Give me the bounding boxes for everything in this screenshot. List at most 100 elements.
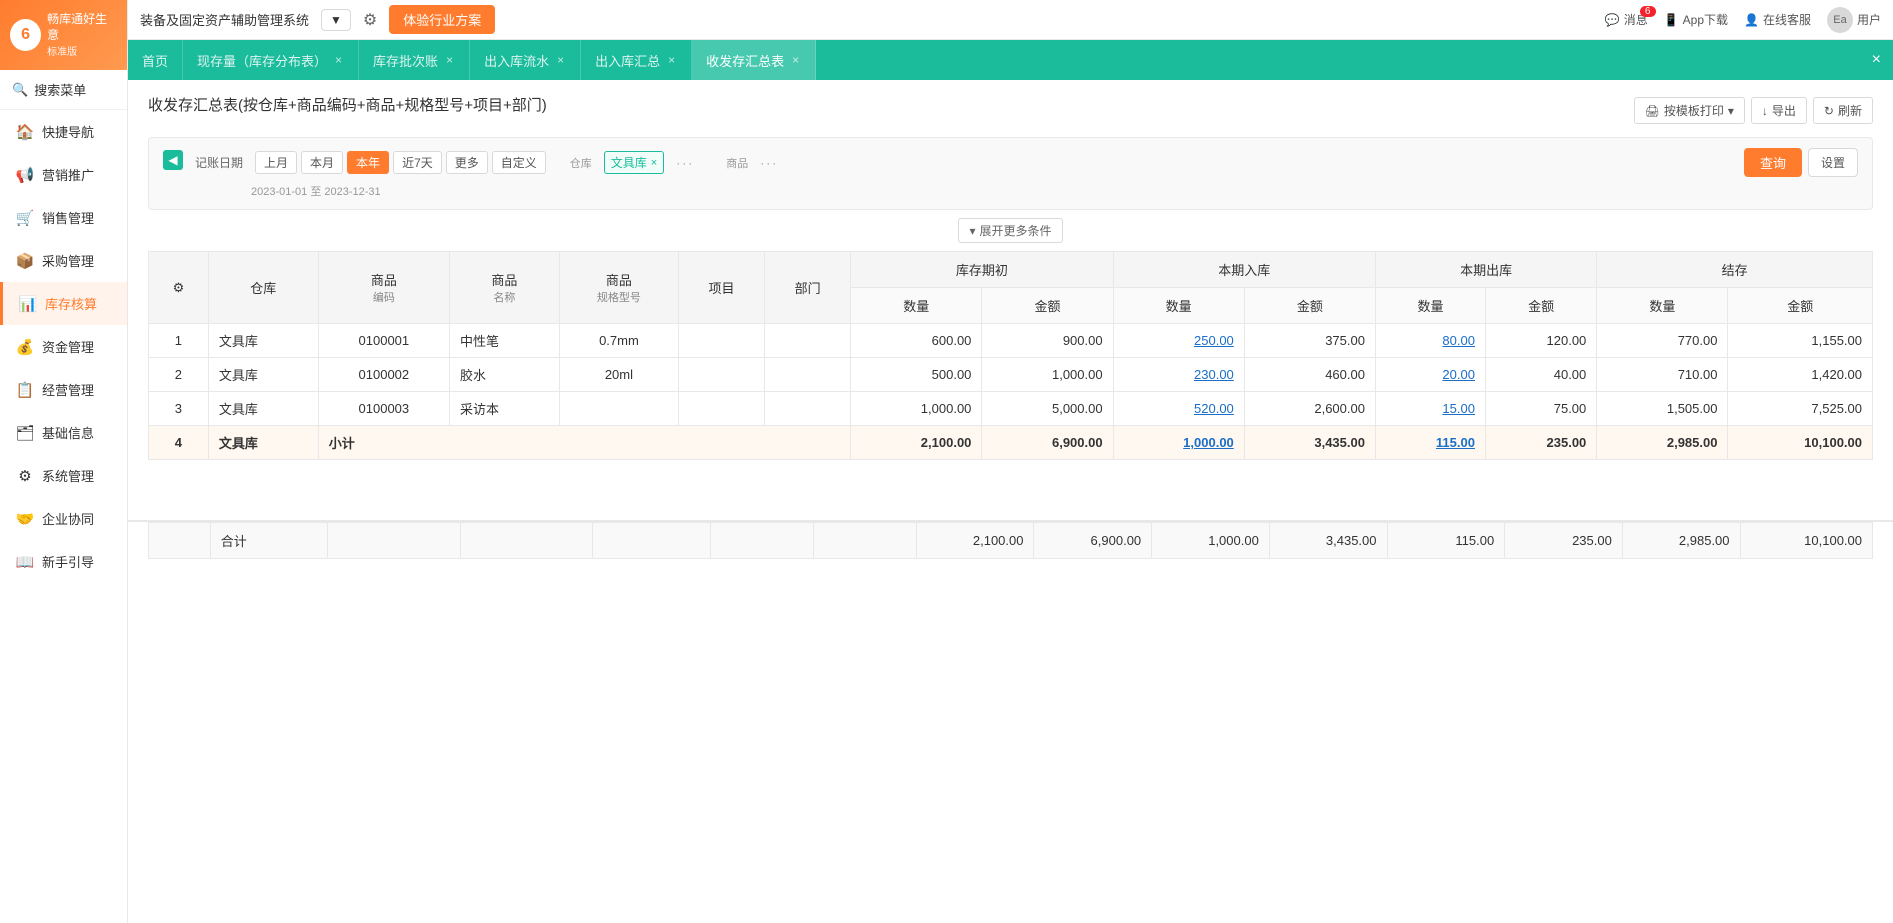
sidebar-item-basic-info[interactable]: 🗂 基础信息: [0, 411, 127, 454]
filter-row-date: 记账日期 上月 本月 本年 近7天 更多 自定义 仓库 文具库 × ···: [195, 148, 1858, 177]
total-out-amt: 235.00: [1505, 523, 1623, 559]
row-in-qty[interactable]: 520.00: [1113, 392, 1244, 426]
sidebar-item-marketing[interactable]: 📢 营销推广: [0, 153, 127, 196]
gear-icon[interactable]: ⚙: [363, 10, 377, 30]
row-closing-qty: 1,505.00: [1597, 392, 1728, 426]
th-closing-qty: 数量: [1597, 288, 1728, 324]
warehouse-tag-close[interactable]: ×: [651, 157, 657, 169]
sidebar-item-label: 销售管理: [42, 208, 94, 227]
print-button[interactable]: 🖨 按模板打印 ▾: [1634, 97, 1745, 124]
subtotal-out-amt: 235.00: [1485, 426, 1596, 460]
row-closing-amt: 1,155.00: [1728, 324, 1873, 358]
sidebar-item-cooperation[interactable]: 🤝 企业协同: [0, 497, 127, 540]
tab-stock-dist[interactable]: 现存量（库存分布表） ×: [183, 40, 359, 80]
export-button[interactable]: ↓ 导出: [1751, 97, 1807, 124]
purchase-icon: 📦: [16, 252, 34, 270]
th-opening-group: 库存期初: [851, 252, 1113, 288]
goods-label: 商品: [726, 155, 748, 171]
query-button[interactable]: 查询: [1744, 148, 1802, 177]
row-opening-qty: 1,000.00: [851, 392, 982, 426]
tab-inout-summary[interactable]: 出入库汇总 ×: [581, 40, 692, 80]
tab-batch[interactable]: 库存批次账 ×: [359, 40, 470, 80]
total-dept-col: [813, 523, 916, 559]
tab-stock-dist-label: 现存量（库存分布表）: [197, 51, 327, 70]
tab-receive-send[interactable]: 收发存汇总表 ×: [692, 40, 816, 80]
tab-home[interactable]: 首页: [128, 40, 183, 80]
system-dropdown[interactable]: ▼: [321, 9, 351, 31]
goods-more[interactable]: ···: [760, 156, 778, 170]
online-service-button[interactable]: 👤 在线客服: [1744, 11, 1811, 28]
warehouse-more[interactable]: ···: [676, 156, 694, 170]
refresh-button[interactable]: ↻ 刷新: [1813, 97, 1873, 124]
row-index: 2: [149, 358, 209, 392]
sidebar-item-operations[interactable]: 📋 经营管理: [0, 368, 127, 411]
date-btn-7days[interactable]: 近7天: [393, 151, 442, 174]
tab-batch-close[interactable]: ×: [444, 51, 455, 69]
date-btn-last-month[interactable]: 上月: [255, 151, 297, 174]
row-in-qty[interactable]: 250.00: [1113, 324, 1244, 358]
date-btn-this-month[interactable]: 本月: [301, 151, 343, 174]
tab-inout-summary-close[interactable]: ×: [666, 51, 677, 69]
row-department: [765, 358, 851, 392]
sidebar-item-system[interactable]: ⚙ 系统管理: [0, 454, 127, 497]
th-department: 部门: [765, 252, 851, 324]
subtotal-closing-amt: 10,100.00: [1728, 426, 1873, 460]
row-out-qty[interactable]: 80.00: [1375, 324, 1485, 358]
total-project-col: [710, 523, 813, 559]
date-btn-this-year[interactable]: 本年: [347, 151, 389, 174]
sidebar-item-guide[interactable]: 📖 新手引导: [0, 540, 127, 583]
settings-icon: ⚙: [173, 280, 185, 295]
messages-button[interactable]: 💬 消息 6: [1605, 11, 1648, 28]
row-out-amt: 120.00: [1485, 324, 1596, 358]
row-goods-spec: [559, 392, 678, 426]
sidebar-item-label: 库存核算: [45, 294, 97, 313]
expand-more-button[interactable]: ▾ 展开更多条件: [958, 218, 1062, 243]
row-out-amt: 40.00: [1485, 358, 1596, 392]
user-menu[interactable]: Ea 用户: [1827, 7, 1881, 33]
sidebar-item-sales[interactable]: 🛒 销售管理: [0, 196, 127, 239]
date-btn-custom[interactable]: 自定义: [492, 151, 546, 174]
date-btn-more[interactable]: 更多: [446, 151, 488, 174]
filter-row-daterange: 2023-01-01 至 2023-12-31: [195, 183, 1858, 199]
row-in-qty[interactable]: 230.00: [1113, 358, 1244, 392]
app-download-button[interactable]: 📱 App下载: [1664, 11, 1728, 28]
logo-title: 畅库通好生意: [47, 12, 117, 43]
sidebar-item-inventory[interactable]: 📊 库存核算: [0, 282, 127, 325]
dropdown-text: ▼: [330, 13, 342, 27]
sidebar-item-purchase[interactable]: 📦 采购管理: [0, 239, 127, 282]
tab-batch-label: 库存批次账: [373, 51, 438, 70]
tab-receive-send-close[interactable]: ×: [790, 51, 801, 69]
sidebar-item-label: 经营管理: [42, 380, 94, 399]
refresh-label: 刷新: [1838, 102, 1862, 119]
filter-settings-button[interactable]: 设置: [1808, 148, 1858, 177]
row-opening-amt: 900.00: [982, 324, 1113, 358]
sidebar-item-finance[interactable]: 💰 资金管理: [0, 325, 127, 368]
th-goods-spec: 商品规格型号: [559, 252, 678, 324]
tab-inout-flow[interactable]: 出入库流水 ×: [470, 40, 581, 80]
sidebar-item-quick-nav[interactable]: 🏠 快捷导航: [0, 110, 127, 153]
total-in-amt: 3,435.00: [1269, 523, 1387, 559]
subtotal-opening-amt: 6,900.00: [982, 426, 1113, 460]
row-in-amt: 375.00: [1244, 324, 1375, 358]
subtotal-in-qty[interactable]: 1,000.00: [1113, 426, 1244, 460]
cooperation-icon: 🤝: [16, 510, 34, 528]
sidebar-item-label: 系统管理: [42, 466, 94, 485]
tab-bar-close-all[interactable]: ×: [1860, 51, 1893, 69]
sidebar-search-label: 搜索菜单: [34, 80, 86, 99]
row-out-qty[interactable]: 20.00: [1375, 358, 1485, 392]
row-project: [678, 324, 764, 358]
row-out-qty[interactable]: 15.00: [1375, 392, 1485, 426]
topbar: 装备及固定资产辅助管理系统 ▼ ⚙ 体验行业方案 💬 消息 6 📱 App下载 …: [128, 0, 1893, 40]
date-range-value: 2023-01-01 至 2023-12-31: [251, 183, 381, 199]
warehouse-tag[interactable]: 文具库 ×: [604, 151, 664, 174]
sidebar-search[interactable]: 🔍 搜索菜单: [0, 70, 127, 110]
guide-icon: 📖: [16, 553, 34, 571]
filter-collapse-button[interactable]: ◀: [163, 150, 183, 170]
subtotal-out-qty[interactable]: 115.00: [1375, 426, 1485, 460]
try-button[interactable]: 体验行业方案: [389, 5, 495, 34]
th-settings[interactable]: ⚙: [149, 252, 209, 324]
total-label: 合计: [210, 523, 328, 559]
topbar-right: 💬 消息 6 📱 App下载 👤 在线客服 Ea 用户: [1605, 7, 1881, 33]
tab-inout-flow-close[interactable]: ×: [555, 51, 566, 69]
tab-stock-dist-close[interactable]: ×: [333, 51, 344, 69]
